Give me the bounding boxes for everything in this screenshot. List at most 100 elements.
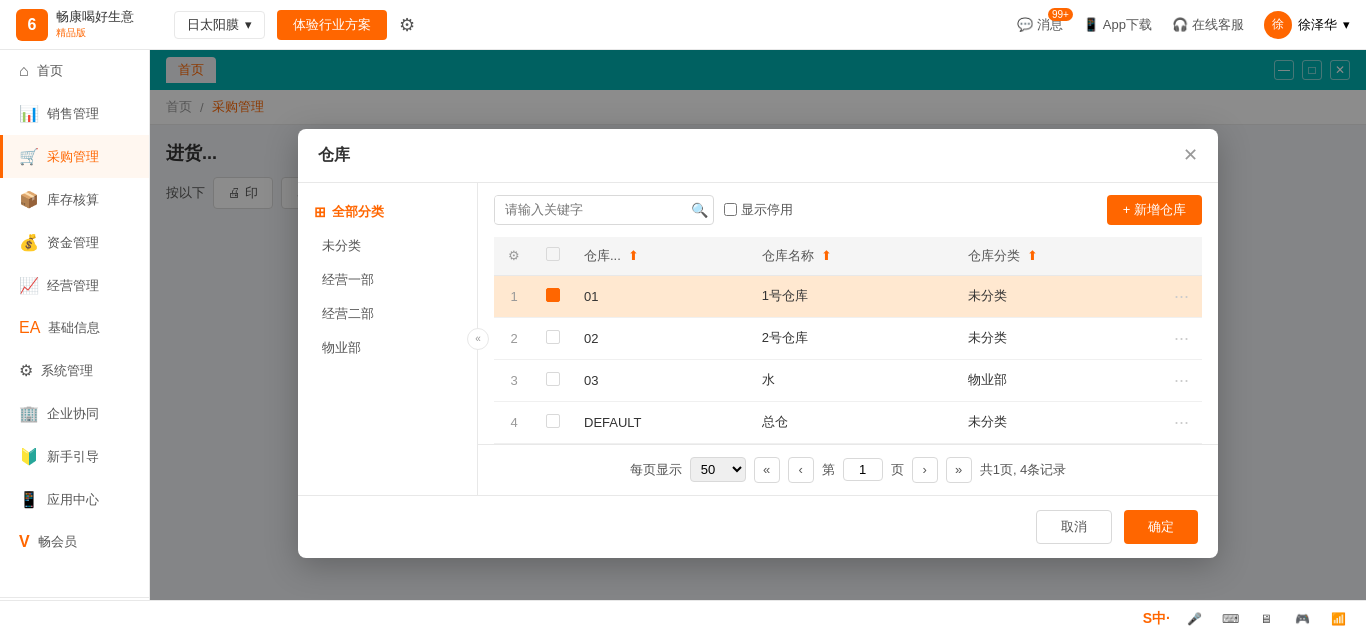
inventory-icon: 📦 <box>19 190 39 209</box>
collapse-panel-btn[interactable]: « <box>467 328 489 350</box>
row-actions[interactable]: ··· <box>1162 401 1202 443</box>
dialog-close-btn[interactable]: ✕ <box>1183 146 1198 164</box>
table-settings-icon[interactable]: ⚙ <box>508 248 520 263</box>
category-all[interactable]: ⊞ 全部分类 <box>298 195 477 229</box>
sort-category-icon[interactable]: ⬆ <box>1027 248 1038 263</box>
sidebar-item-enterprise[interactable]: 🏢 企业协同 <box>0 392 149 435</box>
sidebar-item-purchase[interactable]: 🛒 采购管理 <box>0 135 149 178</box>
confirm-btn[interactable]: 确定 <box>1124 510 1198 544</box>
row-code: 02 <box>572 317 750 359</box>
warehouse-table-body: 1 01 1号仓库 未分类 ··· 2 02 2号仓库 未分类 ··· 3 03… <box>494 275 1202 443</box>
sidebar-item-member[interactable]: V 畅会员 <box>0 521 149 563</box>
th-actions <box>1162 237 1202 276</box>
row-checkbox[interactable] <box>534 317 572 359</box>
cancel-btn[interactable]: 取消 <box>1036 510 1112 544</box>
row-actions[interactable]: ··· <box>1162 317 1202 359</box>
sort-code-icon[interactable]: ⬆ <box>628 248 639 263</box>
sort-name-icon[interactable]: ⬆ <box>821 248 832 263</box>
page-size-select[interactable]: 50 10 20 100 <box>690 457 746 482</box>
row-checkbox[interactable] <box>534 275 572 317</box>
category-item-unclassified[interactable]: 未分类 <box>298 229 477 263</box>
sidebar: ⌂ 首页 📊 销售管理 🛒 采购管理 📦 库存核算 💰 资金管理 📈 经营管理 … <box>0 50 150 636</box>
row-checkbox[interactable] <box>534 359 572 401</box>
sidebar-label-system: 系统管理 <box>41 362 93 380</box>
th-settings: ⚙ <box>494 237 534 276</box>
page-size-label: 每页显示 <box>630 461 682 479</box>
row-code: DEFAULT <box>572 401 750 443</box>
category-item-ops1[interactable]: 经营一部 <box>298 263 477 297</box>
row-num: 1 <box>494 275 534 317</box>
show-disabled-checkbox[interactable] <box>724 203 737 216</box>
total-info: 共1页, 4条记录 <box>980 461 1067 479</box>
first-page-btn[interactable]: « <box>754 457 780 483</box>
page-label: 第 <box>822 461 835 479</box>
row-num: 3 <box>494 359 534 401</box>
row-checkbox[interactable] <box>534 401 572 443</box>
mic-icon[interactable]: 🎤 <box>1182 607 1206 631</box>
sidebar-item-inventory[interactable]: 📦 库存核算 <box>0 178 149 221</box>
category-item-ops2[interactable]: 经营二部 <box>298 297 477 331</box>
display-icon[interactable]: 🖥 <box>1254 607 1278 631</box>
table-row[interactable]: 1 01 1号仓库 未分类 ··· <box>494 275 1202 317</box>
row-actions[interactable]: ··· <box>1162 275 1202 317</box>
member-icon: V <box>19 533 30 551</box>
new-warehouse-btn[interactable]: + 新增仓库 <box>1107 195 1202 225</box>
page-number-input[interactable] <box>843 458 883 481</box>
sidebar-item-home[interactable]: ⌂ 首页 <box>0 50 149 92</box>
app-logo-icon: 6 <box>16 9 48 41</box>
row-category: 未分类 <box>956 317 1162 359</box>
messages-item[interactable]: 💬 消息 99+ <box>1017 16 1063 34</box>
table-row[interactable]: 3 03 水 物业部 ··· <box>494 359 1202 401</box>
app-download-item[interactable]: 📱 App下载 <box>1083 16 1152 34</box>
experience-btn[interactable]: 体验行业方案 <box>277 10 387 40</box>
top-header: 6 畅康喝好生意 精品版 日太阳膜 ▾ 体验行业方案 ⚙ 💬 消息 99+ 📱 … <box>0 0 1366 50</box>
header-right: 💬 消息 99+ 📱 App下载 🎧 在线客服 徐 徐泽华 ▾ <box>1017 11 1350 39</box>
app-edition: 精品版 <box>56 26 134 40</box>
sidebar-item-base[interactable]: EA 基础信息 <box>0 307 149 349</box>
dialog-body: ⊞ 全部分类 未分类 经营一部 经营二部 物业部 <box>298 183 1218 495</box>
table-toolbar: 🔍 显示停用 + 新增仓库 <box>478 183 1218 237</box>
online-service-item[interactable]: 🎧 在线客服 <box>1172 16 1244 34</box>
dropdown-arrow-icon: ▾ <box>245 17 252 32</box>
sidebar-item-guide[interactable]: 🔰 新手引导 <box>0 435 149 478</box>
user-avatar-area[interactable]: 徐 徐泽华 ▾ <box>1264 11 1350 39</box>
search-input[interactable] <box>495 196 683 223</box>
sidebar-label-enterprise: 企业协同 <box>47 405 99 423</box>
prev-page-btn[interactable]: ‹ <box>788 457 814 483</box>
table-row[interactable]: 2 02 2号仓库 未分类 ··· <box>494 317 1202 359</box>
keyboard-icon[interactable]: ⌨ <box>1218 607 1242 631</box>
row-code: 01 <box>572 275 750 317</box>
app-name: 畅康喝好生意 <box>56 9 134 26</box>
settings-icon[interactable]: ⚙ <box>399 14 415 36</box>
sidebar-item-system[interactable]: ⚙ 系统管理 <box>0 349 149 392</box>
next-page-btn[interactable]: › <box>912 457 938 483</box>
select-all-checkbox[interactable] <box>546 247 560 261</box>
app-download-label: App下载 <box>1103 16 1152 34</box>
row-num: 4 <box>494 401 534 443</box>
sidebar-item-sales[interactable]: 📊 销售管理 <box>0 92 149 135</box>
row-name: 1号仓库 <box>750 275 956 317</box>
sidebar-label-member: 畅会员 <box>38 533 77 551</box>
sidebar-item-finance[interactable]: 💰 资金管理 <box>0 221 149 264</box>
store-selector[interactable]: 日太阳膜 ▾ <box>174 11 265 39</box>
th-name: 仓库名称 ⬆ <box>750 237 956 276</box>
last-page-btn[interactable]: » <box>946 457 972 483</box>
sidebar-label-appcenter: 应用中心 <box>47 491 99 509</box>
sidebar-label-guide: 新手引导 <box>47 448 99 466</box>
gamepad-icon[interactable]: 🎮 <box>1290 607 1314 631</box>
show-disabled-label[interactable]: 显示停用 <box>724 201 793 219</box>
row-actions[interactable]: ··· <box>1162 359 1202 401</box>
search-btn[interactable]: 🔍 <box>683 196 714 224</box>
sidebar-item-appcenter[interactable]: 📱 应用中心 <box>0 478 149 521</box>
row-name: 总仓 <box>750 401 956 443</box>
table-row[interactable]: 4 DEFAULT 总仓 未分类 ··· <box>494 401 1202 443</box>
search-box: 🔍 <box>494 195 714 225</box>
dialog-title: 仓库 <box>318 145 350 166</box>
logo-area: 6 畅康喝好生意 精品版 <box>16 9 166 41</box>
pagination: 每页显示 50 10 20 100 « ‹ 第 页 <box>478 444 1218 495</box>
user-dropdown-icon: ▾ <box>1343 17 1350 32</box>
sidebar-label-inventory: 库存核算 <box>47 191 99 209</box>
sidebar-item-operations[interactable]: 📈 经营管理 <box>0 264 149 307</box>
category-item-property[interactable]: 物业部 <box>298 331 477 365</box>
network-icon[interactable]: 📶 <box>1326 607 1350 631</box>
